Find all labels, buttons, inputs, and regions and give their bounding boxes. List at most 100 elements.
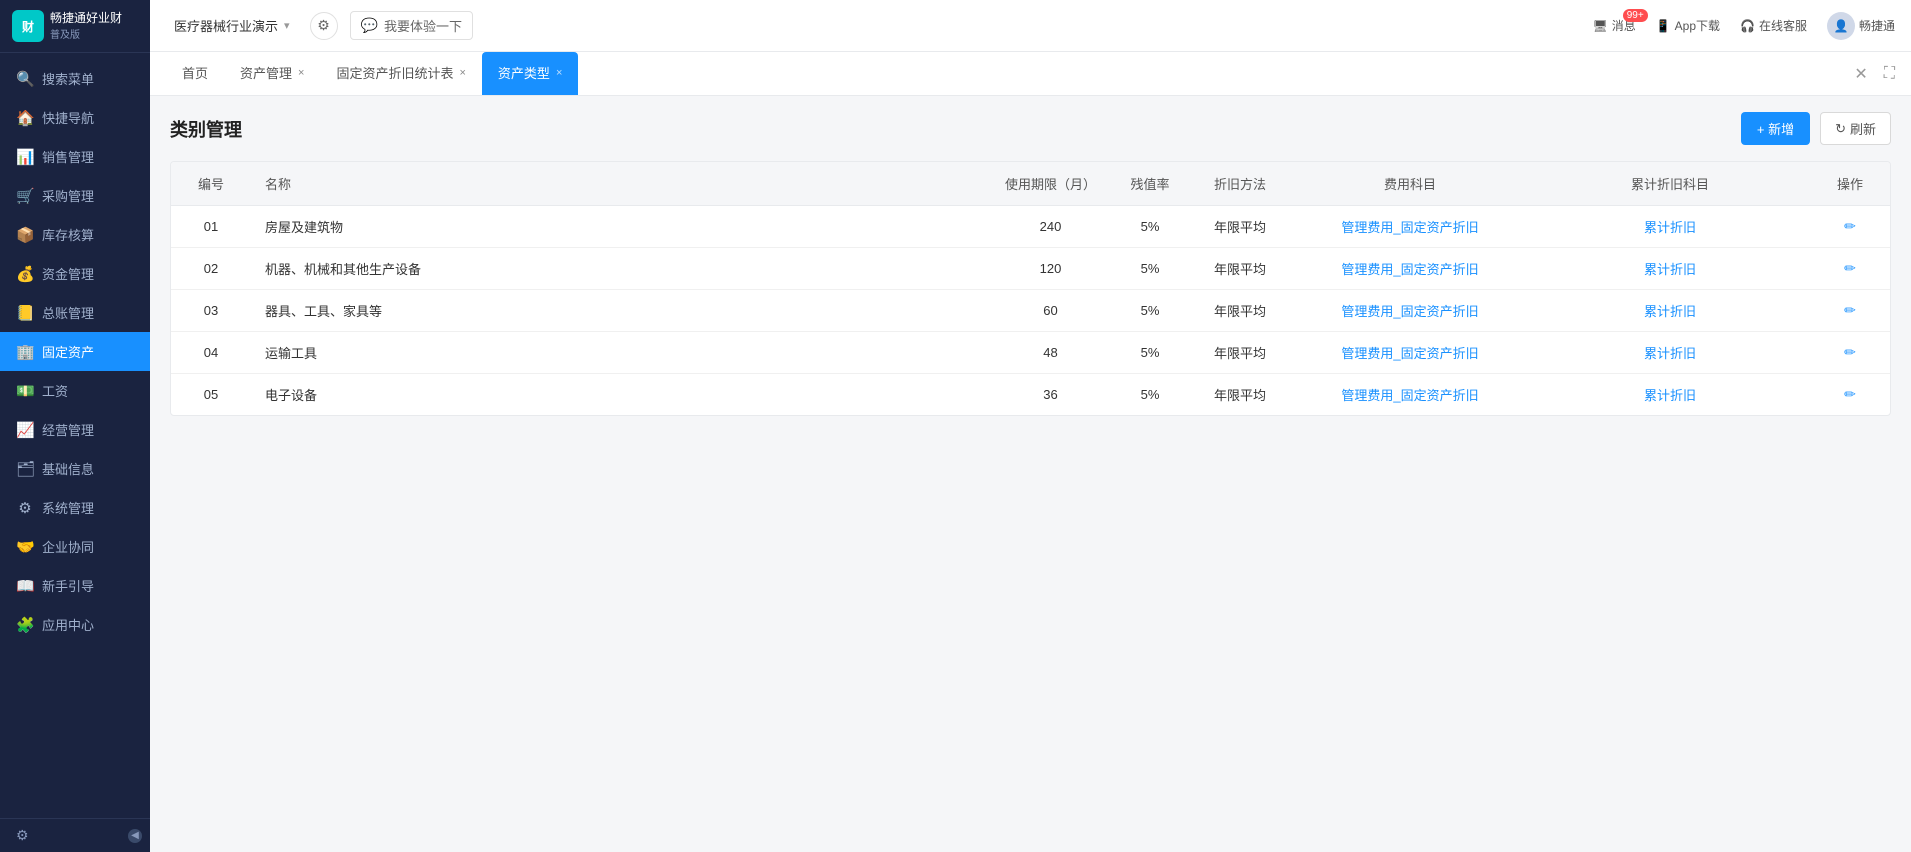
edit-button-3[interactable]: ✏ [1844, 344, 1856, 360]
table-row: 02 机器、机械和其他生产设备 120 5% 年限平均 管理费用_固定资产折旧 … [171, 248, 1890, 290]
cell-code-2: 03 [171, 290, 251, 332]
cell-period-4: 36 [991, 374, 1110, 416]
tab-asset-type[interactable]: 资产类型 × [482, 52, 578, 95]
tab-close-asset-mgmt[interactable]: × [298, 67, 304, 79]
sidebar-label-ledger: 总账管理 [42, 303, 94, 322]
cell-method-2: 年限平均 [1190, 290, 1290, 332]
sidebar-item-quick-nav[interactable]: 🏠 快捷导航 [0, 98, 150, 137]
sidebar-item-guide[interactable]: 📖 新手引导 [0, 566, 150, 605]
sidebar-item-search[interactable]: 🔍 搜索菜单 [0, 59, 150, 98]
edit-button-1[interactable]: ✏ [1844, 260, 1856, 276]
online-service-button[interactable]: 🎧 在线客服 [1740, 17, 1807, 34]
sidebar-item-payroll[interactable]: 💵 工资 [0, 371, 150, 410]
tab-close-depreciation-report[interactable]: × [459, 67, 465, 79]
cell-name-0: 房屋及建筑物 [251, 206, 991, 248]
header-row: 编号名称使用期限（月）残值率折旧方法费用科目累计折旧科目操作 [171, 162, 1890, 206]
sidebar-label-fixed-assets: 固定资产 [42, 342, 94, 361]
tab-asset-mgmt[interactable]: 资产管理 × [224, 52, 320, 95]
sidebar-label-system: 系统管理 [42, 498, 94, 517]
sidebar-item-sales[interactable]: 📊 销售管理 [0, 137, 150, 176]
refresh-button[interactable]: ↻ 刷新 [1820, 112, 1891, 145]
sidebar-icon-app-center: 🧩 [16, 616, 34, 634]
user-avatar: 👤 [1827, 12, 1855, 40]
sidebar-label-basic-info: 基础信息 [42, 459, 94, 478]
cell-code-4: 05 [171, 374, 251, 416]
cell-expense-3: 管理费用_固定资产折旧 [1290, 332, 1530, 374]
sidebar-item-ledger[interactable]: 📒 总账管理 [0, 293, 150, 332]
sidebar-label-enterprise: 企业协同 [42, 537, 94, 556]
cell-code-1: 02 [171, 248, 251, 290]
cell-name-3: 运输工具 [251, 332, 991, 374]
cell-rate-1: 5% [1110, 248, 1190, 290]
avatar-icon: 👤 [1834, 19, 1849, 33]
tab-depreciation-report[interactable]: 固定资产折旧统计表 × [320, 52, 481, 95]
module-name: 医疗器械行业演示 [174, 16, 278, 35]
table-row: 01 房屋及建筑物 240 5% 年限平均 管理费用_固定资产折旧 累计折旧 ✏ [171, 206, 1890, 248]
sidebar-item-inventory[interactable]: 📦 库存核算 [0, 215, 150, 254]
table-row: 05 电子设备 36 5% 年限平均 管理费用_固定资产折旧 累计折旧 ✏ [171, 374, 1890, 416]
edit-button-2[interactable]: ✏ [1844, 302, 1856, 318]
cell-accum-2: 累计折旧 [1530, 290, 1810, 332]
edit-button-0[interactable]: ✏ [1844, 218, 1856, 234]
cell-accum-1: 累计折旧 [1530, 248, 1810, 290]
user-button[interactable]: 👤 畅捷通 [1827, 12, 1895, 40]
sidebar-icon-basic-info: 🗂 [16, 460, 34, 478]
app-logo-icon: 财 [12, 10, 44, 42]
tab-home[interactable]: 首页 [166, 52, 224, 95]
cell-code-0: 01 [171, 206, 251, 248]
message-button[interactable]: 🖥 消息 99+ [1592, 17, 1635, 34]
sidebar-icon-search: 🔍 [16, 70, 34, 88]
sidebar-collapse-button[interactable]: ◀ [128, 829, 142, 843]
table-row: 03 器具、工具、家具等 60 5% 年限平均 管理费用_固定资产折旧 累计折旧… [171, 290, 1890, 332]
module-selector[interactable]: 医疗器械行业演示 ▾ [166, 12, 298, 39]
add-button[interactable]: + 新增 [1741, 112, 1810, 145]
sidebar-icon-funds: 💰 [16, 265, 34, 283]
cell-code-3: 04 [171, 332, 251, 374]
experience-button[interactable]: 💬 我要体验一下 [350, 11, 473, 40]
tabs-controls: ✕ ⛶ [1850, 52, 1911, 95]
sidebar-item-fixed-assets[interactable]: 🏢 固定资产 [0, 332, 150, 371]
topbar: 医疗器械行业演示 ▾ ⚙ 💬 我要体验一下 🖥 消息 99+ 📱 App下载 🎧… [150, 0, 1911, 52]
th-period: 使用期限（月） [991, 162, 1110, 206]
sidebar-icon-payroll: 💵 [16, 382, 34, 400]
sidebar-item-purchase[interactable]: 🛒 采购管理 [0, 176, 150, 215]
expand-tab-button[interactable]: ⛶ [1880, 61, 1899, 87]
module-settings-button[interactable]: ⚙ [310, 12, 338, 40]
cell-rate-4: 5% [1110, 374, 1190, 416]
sidebar-nav: 🔍 搜索菜单 🏠 快捷导航 📊 销售管理 🛒 采购管理 📦 库存核算 💰 资金管… [0, 53, 150, 818]
close-tab-button[interactable]: ✕ [1850, 60, 1871, 88]
sidebar-icon-operations: 📈 [16, 421, 34, 439]
sidebar-label-funds: 资金管理 [42, 264, 94, 283]
sidebar-icon-quick-nav: 🏠 [16, 109, 34, 127]
cell-expense-1: 管理费用_固定资产折旧 [1290, 248, 1530, 290]
app-download-button[interactable]: 📱 App下载 [1656, 17, 1720, 34]
cell-accum-3: 累计折旧 [1530, 332, 1810, 374]
sidebar-item-basic-info[interactable]: 🗂 基础信息 [0, 449, 150, 488]
tab-close-asset-type[interactable]: × [556, 67, 562, 79]
sidebar: 财 畅捷通好业财 普及版 🔍 搜索菜单 🏠 快捷导航 📊 销售管理 🛒 采购管理… [0, 0, 150, 852]
category-table: 编号名称使用期限（月）残值率折旧方法费用科目累计折旧科目操作 01 房屋及建筑物… [170, 161, 1891, 416]
th-action: 操作 [1810, 162, 1890, 206]
cell-rate-0: 5% [1110, 206, 1190, 248]
sidebar-label-sales: 销售管理 [42, 147, 94, 166]
cell-period-2: 60 [991, 290, 1110, 332]
sidebar-item-funds[interactable]: 💰 资金管理 [0, 254, 150, 293]
page-actions: + 新增 ↻ 刷新 [1741, 112, 1891, 145]
sidebar-label-guide: 新手引导 [42, 576, 94, 595]
cell-action-3: ✏ [1810, 332, 1890, 374]
tab-label-asset-mgmt: 资产管理 [240, 63, 292, 82]
cell-rate-2: 5% [1110, 290, 1190, 332]
module-chevron-icon: ▾ [284, 19, 290, 32]
sidebar-item-enterprise[interactable]: 🤝 企业协同 [0, 527, 150, 566]
sidebar-item-system[interactable]: ⚙ 系统管理 [0, 488, 150, 527]
cell-rate-3: 5% [1110, 332, 1190, 374]
cell-expense-0: 管理费用_固定资产折旧 [1290, 206, 1530, 248]
page-header: 类别管理 + 新增 ↻ 刷新 [170, 112, 1891, 145]
content-area: 类别管理 + 新增 ↻ 刷新 编号名称使用期限（月）残值率折旧方法费用科目累计折… [150, 96, 1911, 852]
sidebar-settings-icon[interactable]: ⚙ [16, 827, 29, 844]
edit-button-4[interactable]: ✏ [1844, 386, 1856, 402]
sidebar-item-operations[interactable]: 📈 经营管理 [0, 410, 150, 449]
sidebar-icon-purchase: 🛒 [16, 187, 34, 205]
user-name: 畅捷通 [1859, 17, 1895, 34]
sidebar-item-app-center[interactable]: 🧩 应用中心 [0, 605, 150, 644]
